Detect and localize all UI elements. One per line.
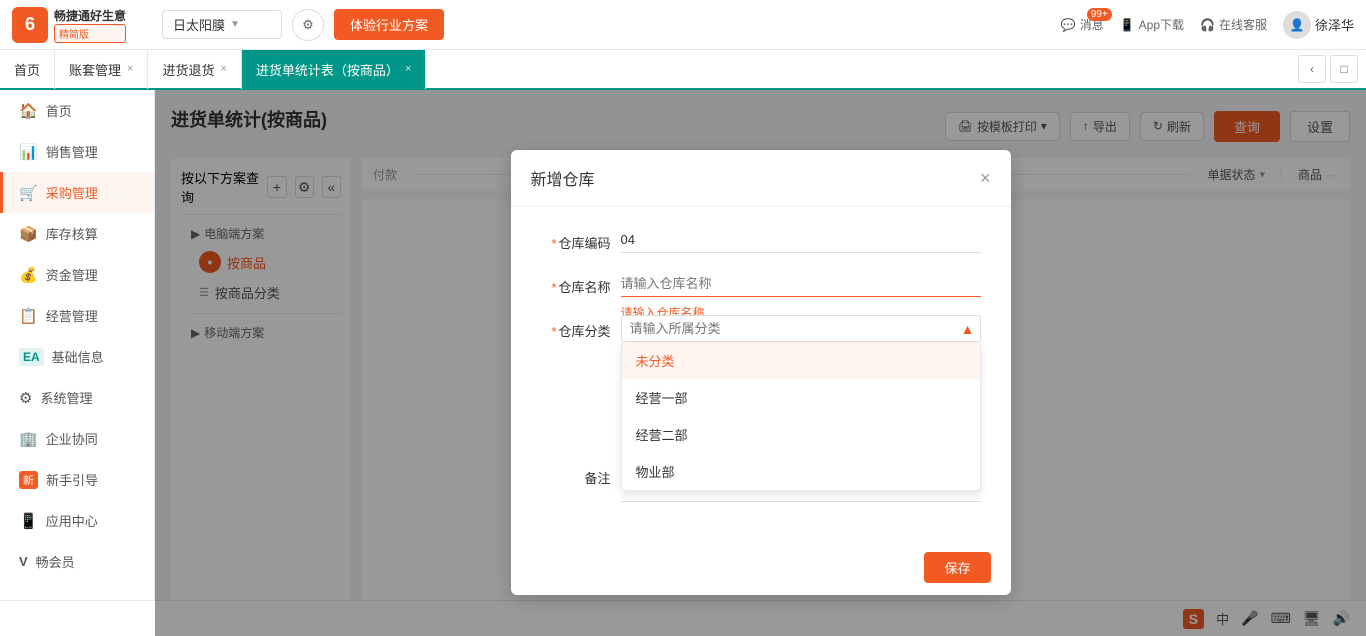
tab-next-button[interactable]: □ <box>1330 55 1358 83</box>
form-row-category: 仓库分类 ▲ 未分类 经营一部 经营二部 物业部 <box>541 315 981 342</box>
header-right: 💬 消息 99+ 📱 App下载 🎧 在线客服 👤 徐泽华 <box>1061 11 1354 39</box>
message-icon: 💬 <box>1061 18 1076 32</box>
modal-add-warehouse: 新增仓库 × 仓库编码 仓库名称 请输入仓库名称 <box>511 150 1011 595</box>
cart-icon: 🛒 <box>19 184 38 202</box>
app-download-button[interactable]: 📱 App下载 <box>1120 16 1184 33</box>
sidebar-item-apps[interactable]: 📱 应用中心 <box>0 500 154 541</box>
modal-body: 仓库编码 仓库名称 请输入仓库名称 仓库分类 ▲ <box>511 207 1011 540</box>
name-label: 仓库名称 <box>541 271 621 296</box>
sidebar-item-basic-info[interactable]: EA 基础信息 <box>0 336 154 377</box>
category-label: 仓库分类 <box>541 315 621 340</box>
dropdown-item-0[interactable]: 未分类 <box>622 342 980 379</box>
close-icon[interactable]: × <box>127 63 133 75</box>
modal-title: 新增仓库 <box>531 166 595 190</box>
money-icon: 💰 <box>19 266 38 284</box>
close-icon[interactable]: × <box>405 63 411 75</box>
chart-icon: 📊 <box>19 143 38 161</box>
name-input[interactable] <box>621 271 981 297</box>
form-row-code: 仓库编码 <box>541 227 981 253</box>
logo-area: 6 畅捷通好生意 精简版 <box>12 7 162 43</box>
top-header: 6 畅捷通好生意 精简版 日太阳膜 ▼ ⚙ 体验行业方案 💬 消息 99+ 📱 … <box>0 0 1366 50</box>
overlay: 新增仓库 × 仓库编码 仓库名称 请输入仓库名称 <box>155 90 1366 636</box>
tab-purchase-stats[interactable]: 进货单统计表（按商品） × <box>242 49 426 89</box>
sidebar-item-system[interactable]: ⚙ 系统管理 <box>0 377 154 418</box>
tab-accounts[interactable]: 账套管理 × <box>55 49 148 89</box>
new-icon: 新 <box>19 471 38 489</box>
sidebar-item-enterprise[interactable]: 🏢 企业协同 <box>0 418 154 459</box>
vip-icon: V <box>19 554 28 569</box>
avatar: 👤 <box>1283 11 1311 39</box>
sidebar-item-purchase[interactable]: 🛒 采购管理 <box>0 172 154 213</box>
chevron-down-icon: ▼ <box>230 19 240 30</box>
sidebar-item-inventory[interactable]: 📦 库存核算 <box>0 213 154 254</box>
dropdown-item-2[interactable]: 经营二部 <box>622 416 980 453</box>
sidebar-item-finance[interactable]: 💰 资金管理 <box>0 254 154 295</box>
clipboard-icon: 📋 <box>19 307 38 325</box>
note-label: 备注 <box>541 462 621 487</box>
modal-footer: 保存 <box>511 540 1011 595</box>
trial-button[interactable]: 体验行业方案 <box>334 9 444 40</box>
settings-button[interactable]: ⚙ <box>292 9 324 41</box>
gear-icon: ⚙ <box>19 389 32 407</box>
app-logo-icon: 6 <box>12 7 48 43</box>
header-middle: 日太阳膜 ▼ ⚙ 体验行业方案 <box>162 9 1061 41</box>
tab-prev-button[interactable]: ‹ <box>1298 55 1326 83</box>
sidebar: 🏠 首页 📊 销售管理 🛒 采购管理 📦 库存核算 💰 资金管理 📋 经营管理 … <box>0 90 155 636</box>
ea-icon: EA <box>19 348 44 366</box>
phone-icon: 📱 <box>1120 18 1135 32</box>
dropdown-item-1[interactable]: 经营一部 <box>622 379 980 416</box>
sidebar-item-operation[interactable]: 📋 经营管理 <box>0 295 154 336</box>
category-input-wrap: ▲ <box>621 315 981 342</box>
building-icon: 🏢 <box>19 430 38 448</box>
modal-close-button[interactable]: × <box>980 169 991 187</box>
message-button[interactable]: 💬 消息 99+ <box>1061 16 1104 33</box>
online-service-button[interactable]: 🎧 在线客服 <box>1200 16 1267 33</box>
category-dropdown: 未分类 经营一部 经营二部 物业部 <box>621 342 981 491</box>
tab-controls: ‹ □ <box>1298 55 1366 83</box>
logo-text: 畅捷通好生意 精简版 <box>54 7 126 43</box>
store-selector[interactable]: 日太阳膜 ▼ <box>162 10 282 39</box>
mobile-icon: 📱 <box>19 512 38 530</box>
box-icon: 📦 <box>19 225 38 243</box>
tab-purchase-return[interactable]: 进货退货 × <box>148 49 241 89</box>
dropdown-item-3[interactable]: 物业部 <box>622 453 980 490</box>
close-icon[interactable]: × <box>220 63 226 75</box>
category-input[interactable] <box>621 315 981 342</box>
main-layout: 🏠 首页 📊 销售管理 🛒 采购管理 📦 库存核算 💰 资金管理 📋 经营管理 … <box>0 90 1366 636</box>
save-button[interactable]: 保存 <box>924 552 990 583</box>
sidebar-item-vip[interactable]: V 畅会员 <box>0 541 154 582</box>
category-toggle-icon[interactable]: ▲ <box>961 321 975 337</box>
user-area[interactable]: 👤 徐泽华 <box>1283 11 1354 39</box>
sidebar-item-home[interactable]: 🏠 首页 <box>0 90 154 131</box>
code-label: 仓库编码 <box>541 227 621 252</box>
sidebar-item-sales[interactable]: 📊 销售管理 <box>0 131 154 172</box>
headset-icon: 🎧 <box>1200 18 1215 32</box>
sidebar-item-guide[interactable]: 新 新手引导 <box>0 459 154 500</box>
modal-header: 新增仓库 × <box>511 150 1011 207</box>
home-icon: 🏠 <box>19 102 38 120</box>
form-row-name: 仓库名称 请输入仓库名称 <box>541 271 981 297</box>
tab-home[interactable]: 首页 <box>0 49 55 89</box>
content-area: 进货单统计(按商品) 🖨 按模板打印 ▾ ↑ 导出 ↻ 刷新 查询 设置 <box>155 90 1366 636</box>
tab-bar: 首页 账套管理 × 进货退货 × 进货单统计表（按商品） × ‹ □ <box>0 50 1366 90</box>
code-input[interactable] <box>621 227 981 253</box>
